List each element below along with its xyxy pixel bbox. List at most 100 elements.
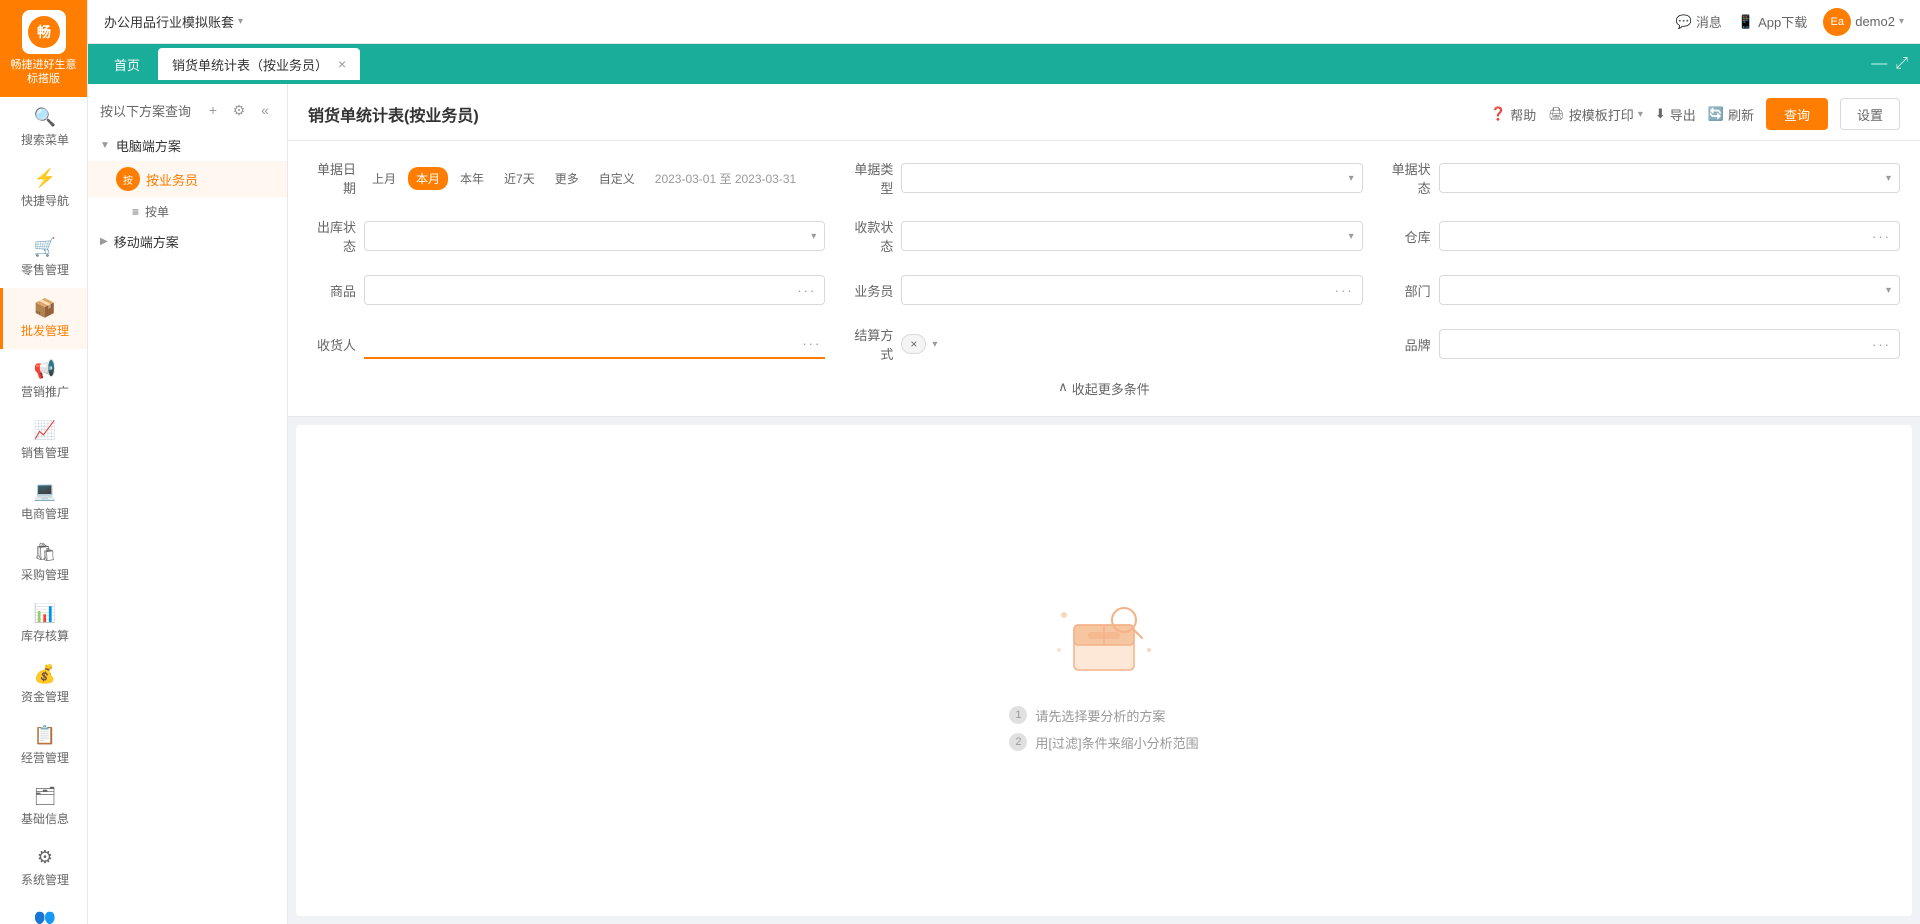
main-area: 办公用品行业模拟账套 ▾ 💬 消息 📱 App下载 Ea demo2 ▾ 首页 [88, 0, 1920, 924]
goods-control: ··· [364, 275, 825, 305]
tab-home-label: 首页 [114, 55, 140, 74]
top-header: 办公用品行业模拟账套 ▾ 💬 消息 📱 App下载 Ea demo2 ▾ [88, 0, 1920, 44]
warehouse-input[interactable]: ··· [1439, 221, 1900, 251]
sidebar-item-ecommerce[interactable]: 💻 电商管理 [0, 471, 87, 532]
sidebar-item-quick-nav[interactable]: ⚡ 快捷导航 [0, 158, 87, 219]
app-title-dropdown[interactable]: 办公用品行业模拟账套 ▾ [104, 12, 243, 31]
sidebar-item-retail[interactable]: 🛒 零售管理 [0, 227, 87, 288]
brand-dots: ··· [1872, 337, 1891, 352]
date-tab-this-year[interactable]: 本年 [452, 167, 492, 190]
goods-input[interactable]: ··· [364, 275, 825, 305]
marketing-icon: 📢 [34, 359, 56, 380]
user-menu[interactable]: Ea demo2 ▾ [1823, 8, 1904, 36]
empty-illustration [1044, 590, 1164, 690]
query-button[interactable]: 查询 [1766, 98, 1828, 130]
top-header-right: 💬 消息 📱 App下载 Ea demo2 ▾ [1676, 8, 1904, 36]
sidebar-item-sales[interactable]: 📈 销售管理 [0, 410, 87, 471]
out-status-label: 出库状态 [308, 217, 364, 255]
salesperson-label: 业务员 [845, 281, 901, 300]
settings-button[interactable]: 设置 [1840, 98, 1900, 130]
tab-sales-stat[interactable]: 销货单统计表（按业务员） × [158, 48, 360, 80]
sidebar-item-system[interactable]: ⚙ 系统管理 [0, 837, 87, 898]
left-panel-header: 按以下方案查询 + ⚙ « [88, 94, 287, 126]
message-button[interactable]: 💬 消息 [1676, 12, 1722, 31]
app-download-button[interactable]: 📱 App下载 [1738, 12, 1807, 31]
recipient-input[interactable]: ··· [364, 329, 825, 359]
operations-icon: 📋 [34, 725, 56, 746]
help-icon: ❓ [1490, 106, 1506, 122]
sidebar-item-purchase[interactable]: 🛍 采购管理 [0, 532, 87, 593]
print-icon: 🖨 [1548, 106, 1565, 122]
tree-child-by-salesperson[interactable]: 按 按业务员 [88, 161, 287, 197]
settlement-clear-icon: × [910, 337, 917, 351]
wholesale-icon: 📦 [34, 298, 56, 319]
tab-home[interactable]: 首页 [100, 48, 154, 80]
settings-scheme-button[interactable]: ⚙ [229, 100, 249, 120]
sidebar-item-label: 销售管理 [21, 444, 69, 461]
date-tab-last-month[interactable]: 上月 [364, 167, 404, 190]
settlement-clear-tag[interactable]: × [901, 334, 926, 354]
tree-parent-mobile-label: 移动端方案 [114, 232, 179, 251]
dropdown-arrow-icon: ▾ [238, 16, 243, 27]
collapse-panel-button[interactable]: « [255, 100, 275, 120]
tree-parent-mobile[interactable]: ▶ 移动端方案 [88, 226, 287, 257]
sidebar-item-inventory[interactable]: 📊 库存核算 [0, 593, 87, 654]
sidebar-item-wholesale[interactable]: 📦 批发管理 [0, 288, 87, 349]
svg-text:畅: 畅 [37, 24, 51, 40]
date-tab-custom[interactable]: 自定义 [591, 167, 643, 190]
tree-grandchild-by-order[interactable]: ≡ 按单 [88, 197, 287, 226]
warehouse-label: 仓库 [1383, 227, 1439, 246]
message-label: 消息 [1696, 12, 1722, 31]
refresh-button[interactable]: 🔄 刷新 [1708, 105, 1754, 124]
order-type-select[interactable]: ▾ [901, 163, 1362, 193]
filter-date-range: 单据日期 上月 本月 本年 近7天 更多 自定义 2023-03-01 至 20… [308, 153, 825, 203]
finance-icon: 💰 [34, 664, 56, 685]
sidebar-item-basic-info[interactable]: 🗂 基础信息 [0, 776, 87, 837]
sidebar-item-operations[interactable]: 📋 经营管理 [0, 715, 87, 776]
template-print-label: 按模板打印 [1569, 105, 1634, 124]
brand-input[interactable]: ··· [1439, 329, 1900, 359]
sidebar-item-enterprise[interactable]: 👥 企业协同 [0, 898, 87, 924]
user-dropdown-arrow: ▾ [1899, 16, 1904, 27]
tab-minimize-button[interactable]: — [1871, 55, 1887, 73]
step-2-circle: 2 [1009, 733, 1027, 751]
left-panel-title: 按以下方案查询 [100, 101, 191, 120]
tree-parent-desktop[interactable]: ▼ 电脑端方案 [88, 130, 287, 161]
refresh-icon: 🔄 [1708, 106, 1724, 122]
sidebar-item-label: 电商管理 [21, 505, 69, 522]
tab-close-icon[interactable]: × [338, 56, 346, 72]
tab-maximize-button[interactable]: ⤢ [1895, 55, 1908, 73]
payment-status-select[interactable]: ▾ [901, 221, 1362, 251]
order-status-arrow: ▾ [1886, 173, 1891, 184]
sidebar-item-search[interactable]: 🔍 搜索菜单 [0, 97, 87, 158]
sidebar-item-marketing[interactable]: 📢 营销推广 [0, 349, 87, 410]
warehouse-dots: ··· [1872, 229, 1891, 244]
export-button[interactable]: ⬇ 导出 [1655, 105, 1696, 124]
filter-salesperson: 业务员 ··· [845, 269, 1362, 311]
template-print-button[interactable]: 🖨 按模板打印 ▾ [1548, 105, 1643, 124]
salesperson-input[interactable]: ··· [901, 275, 1362, 305]
retail-icon: 🛒 [34, 237, 56, 258]
department-arrow: ▾ [1886, 285, 1891, 296]
order-status-select[interactable]: ▾ [1439, 163, 1900, 193]
order-icon: ≡ [132, 205, 139, 219]
help-button[interactable]: ❓ 帮助 [1490, 105, 1536, 124]
date-tab-more[interactable]: 更多 [547, 167, 587, 190]
department-select[interactable]: ▾ [1439, 275, 1900, 305]
collapse-filter-button[interactable]: ∧ 收起更多条件 [308, 373, 1900, 404]
order-status-label: 单据状态 [1383, 159, 1439, 197]
date-tab-7days[interactable]: 近7天 [496, 167, 543, 190]
filter-warehouse: 仓库 ··· [1383, 211, 1900, 261]
settlement-control: × ▾ [901, 334, 1362, 354]
date-tab-this-month[interactable]: 本月 [408, 167, 448, 190]
logo-icon: 畅 [22, 10, 66, 54]
page-header: 销货单统计表(按业务员) ❓ 帮助 🖨 按模板打印 ▾ ⬇ 导出 [288, 84, 1920, 141]
out-status-select[interactable]: ▾ [364, 221, 825, 251]
tree-child-label: 按业务员 [146, 170, 198, 189]
sidebar-item-label: 搜索菜单 [21, 131, 69, 148]
sidebar-item-finance[interactable]: 💰 资金管理 [0, 654, 87, 715]
brand-control: ··· [1439, 329, 1900, 359]
add-scheme-button[interactable]: + [203, 100, 223, 120]
help-label: 帮助 [1510, 105, 1536, 124]
salesperson-control: ··· [901, 275, 1362, 305]
